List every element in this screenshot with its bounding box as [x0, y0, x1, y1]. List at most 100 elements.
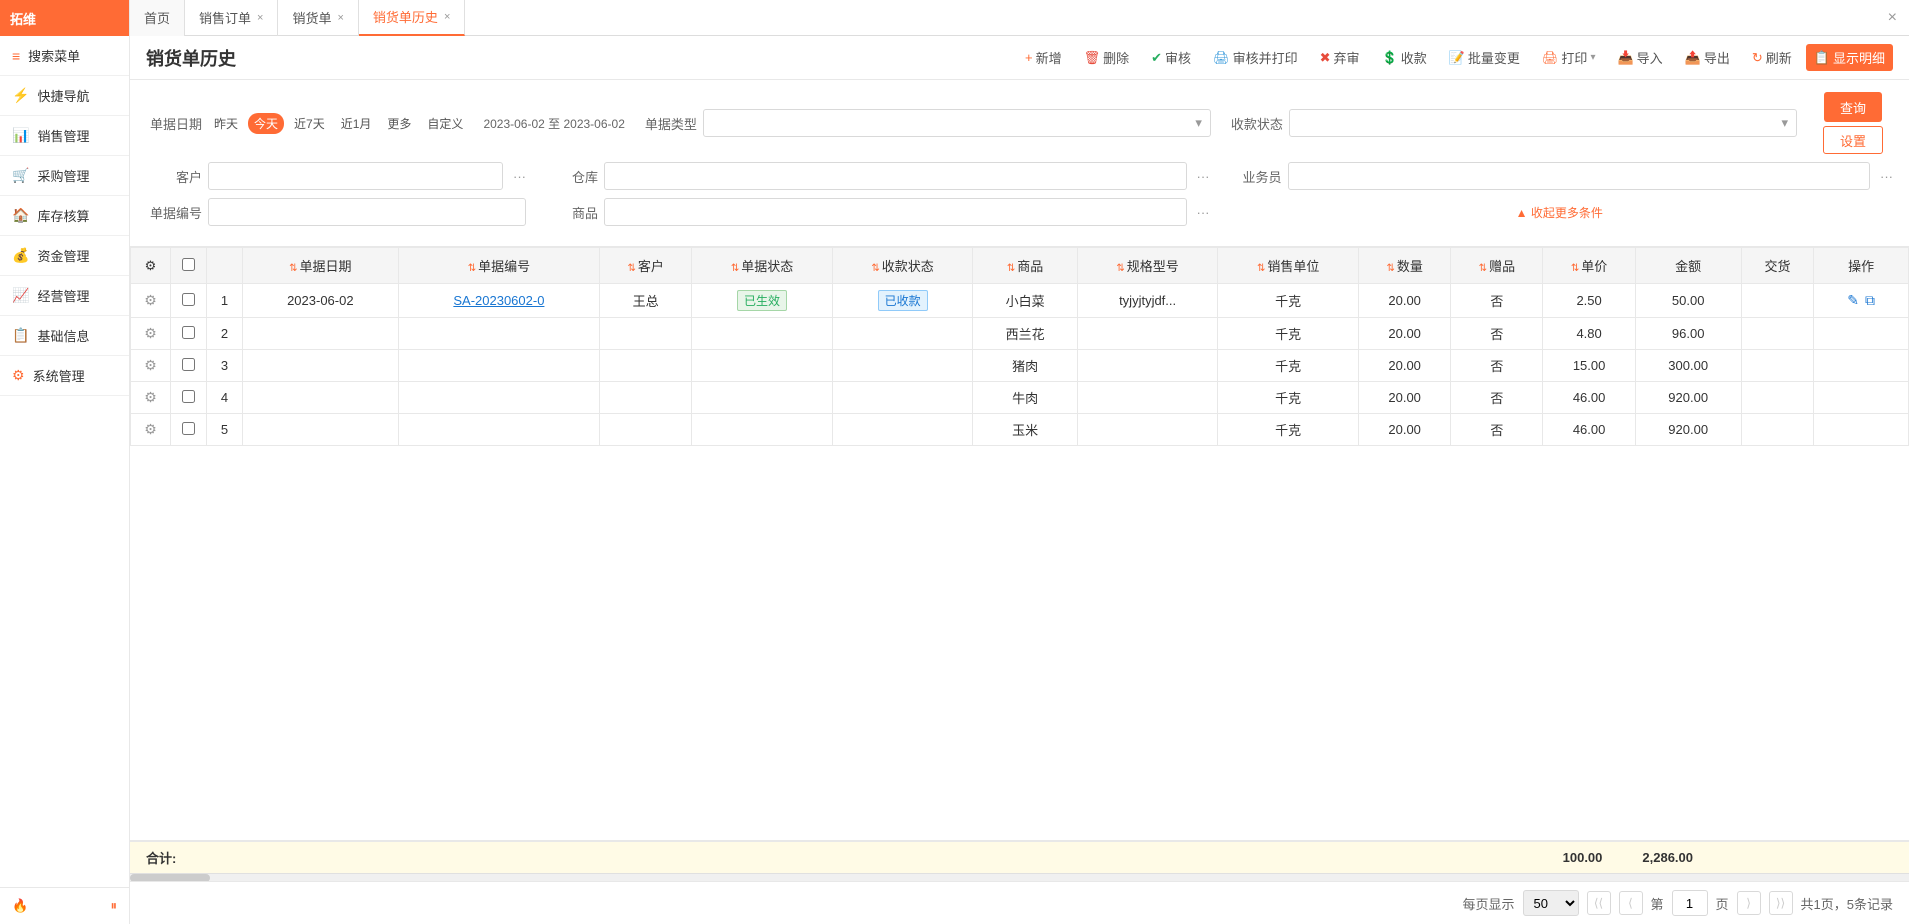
next-page-button[interactable]: ⟩ [1737, 891, 1761, 915]
tab-sales-order[interactable]: 销售订单 × [185, 0, 278, 36]
paystatus-select[interactable]: ▾ [1289, 109, 1797, 137]
query-button[interactable]: 查询 [1824, 92, 1882, 122]
cell-action[interactable] [1814, 382, 1909, 414]
cell-check[interactable] [171, 414, 207, 446]
refresh-button[interactable]: ↻ 刷新 [1744, 44, 1800, 71]
staff-input[interactable] [1288, 162, 1871, 190]
sidebar-item-fund[interactable]: 💰 资金管理 [0, 236, 129, 276]
staff-picker-icon[interactable]: ··· [1880, 169, 1893, 184]
cell-gear[interactable]: ⚙ [131, 350, 171, 382]
sidebar-item-system[interactable]: ⚙ 系统管理 [0, 356, 129, 396]
cell-action[interactable]: ✎⧉ [1814, 284, 1909, 318]
th-paystatus[interactable]: ⇅收款状态 [832, 248, 973, 284]
th-gift[interactable]: ⇅赠品 [1451, 248, 1543, 284]
sidebar-item-inventory[interactable]: 🏠 库存核算 [0, 196, 129, 236]
row-checkbox[interactable] [182, 422, 195, 435]
goods-picker-icon[interactable]: ··· [1197, 205, 1210, 220]
customer-input[interactable] [208, 162, 503, 190]
tab-sales-history[interactable]: 销货单历史 × [359, 0, 465, 36]
cell-gear[interactable]: ⚙ [131, 284, 171, 318]
row-checkbox[interactable] [182, 293, 195, 306]
date-btn-yesterday[interactable]: 昨天 [208, 113, 244, 134]
cell-action[interactable] [1814, 414, 1909, 446]
doctype-select[interactable]: ▾ [703, 109, 1211, 137]
cell-docno[interactable] [398, 414, 599, 446]
th-docstatus[interactable]: ⇅单据状态 [692, 248, 833, 284]
date-btn-1month[interactable]: 近1月 [335, 113, 378, 134]
sidebar-item-basic[interactable]: 📋 基础信息 [0, 316, 129, 356]
settings-button[interactable]: 设置 [1823, 126, 1883, 154]
goods-input[interactable] [604, 198, 1187, 226]
fire-icon[interactable]: 🔥 [12, 898, 28, 914]
pause-icon[interactable]: ⏸ [111, 898, 118, 914]
batch-change-button[interactable]: 📝 批量变更 [1441, 44, 1528, 71]
cell-check[interactable] [171, 350, 207, 382]
tab-home[interactable]: 首页 [130, 0, 185, 36]
cell-docno[interactable]: SA-20230602-0 [398, 284, 599, 318]
sidebar-item-ops[interactable]: 📈 经营管理 [0, 276, 129, 316]
cell-check[interactable] [171, 284, 207, 318]
cell-check[interactable] [171, 382, 207, 414]
last-page-button[interactable]: ⟩⟩ [1769, 891, 1793, 915]
date-btn-today[interactable]: 今天 [248, 113, 284, 134]
close-sales-delivery-tab[interactable]: × [337, 12, 343, 24]
abandon-button[interactable]: ✖ 弃审 [1312, 44, 1368, 71]
tab-sales-delivery[interactable]: 销货单 × [278, 0, 358, 36]
audit-button[interactable]: ✔ 审核 [1143, 44, 1199, 71]
th-spec[interactable]: ⇅规格型号 [1077, 248, 1218, 284]
th-unit[interactable]: ⇅销售单位 [1218, 248, 1359, 284]
per-page-select[interactable]: 50 100 [1523, 890, 1579, 916]
export-button[interactable]: 📤 导出 [1677, 44, 1738, 71]
cell-docno[interactable] [398, 382, 599, 414]
import-button[interactable]: 📥 导入 [1609, 44, 1670, 71]
th-goods[interactable]: ⇅商品 [973, 248, 1077, 284]
customer-picker-icon[interactable]: ··· [513, 169, 526, 184]
th-check[interactable] [171, 248, 207, 284]
cell-gear[interactable]: ⚙ [131, 318, 171, 350]
new-button[interactable]: + 新增 [1017, 44, 1070, 71]
first-page-button[interactable]: ⟨⟨ [1587, 891, 1611, 915]
cell-gear[interactable]: ⚙ [131, 382, 171, 414]
cell-docno[interactable] [398, 318, 599, 350]
scroll-bar[interactable] [130, 873, 1909, 881]
page-number-input[interactable] [1672, 890, 1708, 916]
row-checkbox[interactable] [182, 326, 195, 339]
sidebar-item-search-menu[interactable]: ≡ 搜索菜单 [0, 36, 129, 76]
doc-no-link[interactable]: SA-20230602-0 [453, 293, 544, 308]
sidebar-item-purchase[interactable]: 🛒 采购管理 [0, 156, 129, 196]
cell-check[interactable] [171, 318, 207, 350]
show-detail-button[interactable]: 📋 显示明细 [1806, 44, 1893, 71]
copy-action-icon[interactable]: ⧉ [1865, 292, 1875, 308]
close-all-tabs[interactable]: × [1876, 9, 1909, 27]
close-sales-order-tab[interactable]: × [257, 12, 263, 24]
warehouse-picker-icon[interactable]: ··· [1197, 169, 1210, 184]
date-btn-7days[interactable]: 近7天 [288, 113, 331, 134]
th-gear[interactable]: ⚙ [131, 248, 171, 284]
row-checkbox[interactable] [182, 390, 195, 403]
th-date[interactable]: ⇅单据日期 [243, 248, 399, 284]
collapse-button[interactable]: ▲ 收起更多条件 [1512, 200, 1607, 225]
collect-button[interactable]: 💲 收款 [1374, 44, 1435, 71]
th-docno[interactable]: ⇅单据编号 [398, 248, 599, 284]
close-sales-history-tab[interactable]: × [444, 11, 450, 23]
cell-docno[interactable] [398, 350, 599, 382]
select-all-checkbox[interactable] [182, 258, 195, 271]
print-button[interactable]: 🖨 打印 ▾ [1534, 44, 1604, 71]
audit-print-button[interactable]: 🖨 审核并打印 [1205, 44, 1306, 71]
th-price[interactable]: ⇅单价 [1543, 248, 1635, 284]
edit-action-icon[interactable]: ✎ [1847, 292, 1859, 308]
date-btn-more[interactable]: 更多 [381, 113, 417, 134]
date-btn-custom[interactable]: 自定义 [421, 113, 469, 134]
cell-action[interactable] [1814, 318, 1909, 350]
prev-page-button[interactable]: ⟨ [1619, 891, 1643, 915]
th-customer[interactable]: ⇅客户 [600, 248, 692, 284]
sidebar-item-quick-nav[interactable]: ⚡ 快捷导航 [0, 76, 129, 116]
th-qty[interactable]: ⇅数量 [1358, 248, 1450, 284]
delete-button[interactable]: 🗑 删除 [1076, 44, 1138, 71]
cell-gear[interactable]: ⚙ [131, 414, 171, 446]
warehouse-input[interactable] [604, 162, 1187, 190]
sidebar-item-sales[interactable]: 📊 销售管理 [0, 116, 129, 156]
row-checkbox[interactable] [182, 358, 195, 371]
cell-action[interactable] [1814, 350, 1909, 382]
docno-input[interactable] [208, 198, 526, 226]
